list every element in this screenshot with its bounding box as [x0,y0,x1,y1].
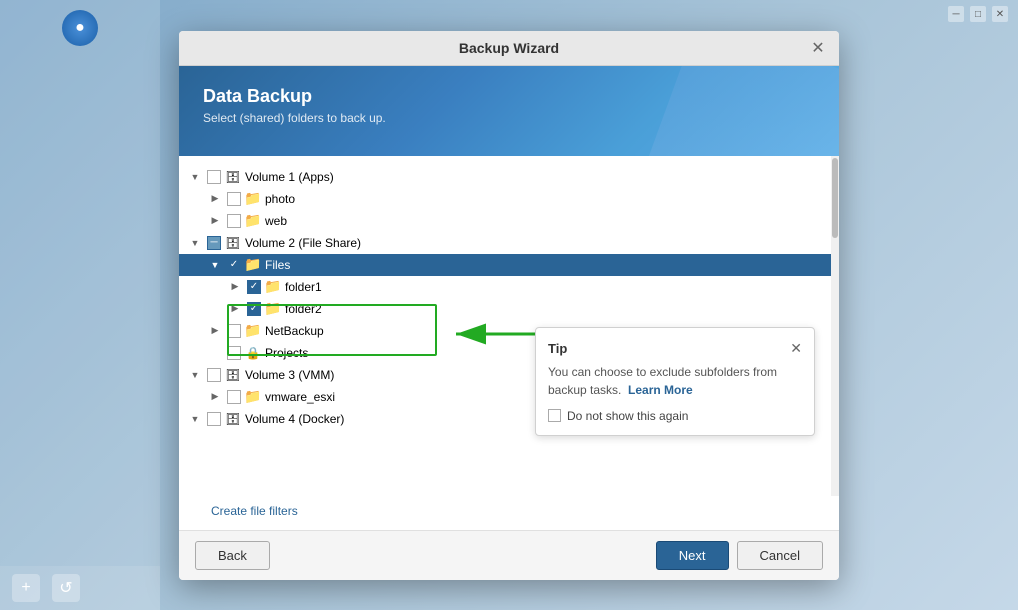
checkbox-web[interactable] [227,214,241,228]
tip-text: You can choose to exclude subfolders fro… [548,363,802,399]
tree-item-vol1[interactable]: ▼ 🗄 Volume 1 (Apps) [179,166,839,188]
backup-wizard-dialog: Backup Wizard ✕ Data Backup Select (shar… [179,31,839,580]
checkbox-vol4[interactable] [207,412,221,426]
toggle-netbackup[interactable]: ▶ [207,323,223,339]
folder-icon-netbackup: 📁 [245,323,261,339]
logo-icon: ● [75,19,85,37]
toggle-vol4[interactable]: ▼ [187,411,203,427]
checkbox-vol2[interactable]: ─ [207,236,221,250]
tree-item-files[interactable]: ▼ ✓ 📁 Files [179,254,839,276]
lock-icon: 🔒 [245,345,261,361]
dialog-title: Backup Wizard [209,40,809,56]
folder-tree: ▼ 🗄 Volume 1 (Apps) ▶ 📁 photo ▶ 📁 [179,156,839,496]
label-files: Files [265,258,290,272]
folder-icon-web: 📁 [245,213,261,229]
close-btn[interactable]: ✕ [992,6,1008,22]
tree-item-folder2[interactable]: ▶ ✓ 📁 folder2 [179,298,839,320]
dialog-body: ▼ 🗄 Volume 1 (Apps) ▶ 📁 photo ▶ 📁 [179,156,839,530]
folder-icon-vmware: 📁 [245,389,261,405]
scrollbar-thumb[interactable] [832,158,838,238]
checkbox-vol3[interactable] [207,368,221,382]
dialog-close-button[interactable]: ✕ [809,39,827,57]
add-icon[interactable]: + [12,574,40,602]
db-icon-vol2: 🗄 [225,235,241,251]
header-title: Data Backup [203,86,815,107]
label-photo: photo [265,192,295,206]
dialog-footer: Back Next Cancel [179,530,839,580]
label-netbackup: NetBackup [265,324,324,338]
tip-learn-more-link[interactable]: Learn More [628,383,693,397]
taskbar-bottom: + ↺ [0,566,160,610]
toggle-projects [207,345,223,361]
tip-title: Tip [548,341,567,356]
toggle-web[interactable]: ▶ [207,213,223,229]
checkbox-files[interactable]: ✓ [227,258,241,272]
folder-icon-photo: 📁 [245,191,261,207]
checkbox-netbackup[interactable] [227,324,241,338]
tree-item-web[interactable]: ▶ 📁 web [179,210,839,232]
tree-item-vol2[interactable]: ▼ ─ 🗄 Volume 2 (File Share) [179,232,839,254]
checkbox-vol1[interactable] [207,170,221,184]
footer-right-buttons: Next Cancel [656,541,823,570]
toggle-vol1[interactable]: ▼ [187,169,203,185]
checkbox-projects[interactable] [227,346,241,360]
folder-icon-folder1: 📁 [265,279,281,295]
toggle-files[interactable]: ▼ [207,257,223,273]
label-vol3: Volume 3 (VMM) [245,368,334,382]
checkbox-folder2[interactable]: ✓ [247,302,261,316]
back-button[interactable]: Back [195,541,270,570]
tip-popup: Tip ✕ You can choose to exclude subfolde… [535,327,815,436]
label-folder1: folder1 [285,280,322,294]
create-file-filters-link[interactable]: Create file filters [187,500,322,522]
tree-item-folder1[interactable]: ▶ ✓ 📁 folder1 [179,276,839,298]
tip-close-button[interactable]: ✕ [790,340,802,357]
label-vol2: Volume 2 (File Share) [245,236,361,250]
header-subtitle: Select (shared) folders to back up. [203,111,815,125]
window-chrome: ─ □ ✕ [938,0,1018,28]
app-logo: ● [62,10,98,46]
checkbox-folder1[interactable]: ✓ [247,280,261,294]
checkbox-photo[interactable] [227,192,241,206]
tip-do-not-show-checkbox[interactable] [548,409,561,422]
label-vol1: Volume 1 (Apps) [245,170,334,184]
maximize-btn[interactable]: □ [970,6,986,22]
dialog-titlebar: Backup Wizard ✕ [179,31,839,66]
toggle-vmware[interactable]: ▶ [207,389,223,405]
label-folder2: folder2 [285,302,322,316]
db-icon-vol3: 🗄 [225,367,241,383]
toggle-vol3[interactable]: ▼ [187,367,203,383]
label-vol4: Volume 4 (Docker) [245,412,344,426]
scrollbar-track[interactable] [831,156,839,496]
dialog-header: Data Backup Select (shared) folders to b… [179,66,839,156]
folder-icon-folder2: 📁 [265,301,281,317]
toggle-vol2[interactable]: ▼ [187,235,203,251]
folder-icon-files: 📁 [245,257,261,273]
tree-item-photo[interactable]: ▶ 📁 photo [179,188,839,210]
label-vmware: vmware_esxi [265,390,335,404]
tip-header: Tip ✕ [548,340,802,357]
toggle-folder2[interactable]: ▶ [227,301,243,317]
history-icon[interactable]: ↺ [52,574,80,602]
cancel-button[interactable]: Cancel [737,541,823,570]
toggle-photo[interactable]: ▶ [207,191,223,207]
label-projects: Projects [265,346,308,360]
db-icon-vol4: 🗄 [225,411,241,427]
checkbox-vmware[interactable] [227,390,241,404]
tip-checkbox-row: Do not show this again [548,409,802,423]
toggle-folder1[interactable]: ▶ [227,279,243,295]
db-icon-vol1: 🗄 [225,169,241,185]
minimize-btn[interactable]: ─ [948,6,964,22]
tip-checkbox-label: Do not show this again [567,409,688,423]
desktop: ● + ↺ ─ □ ✕ Backup Wizard ✕ Data Backup … [0,0,1018,610]
next-button[interactable]: Next [656,541,729,570]
label-web: web [265,214,287,228]
taskbar-panel: ● + ↺ [0,0,160,610]
create-link-container: Create file filters [179,496,839,530]
